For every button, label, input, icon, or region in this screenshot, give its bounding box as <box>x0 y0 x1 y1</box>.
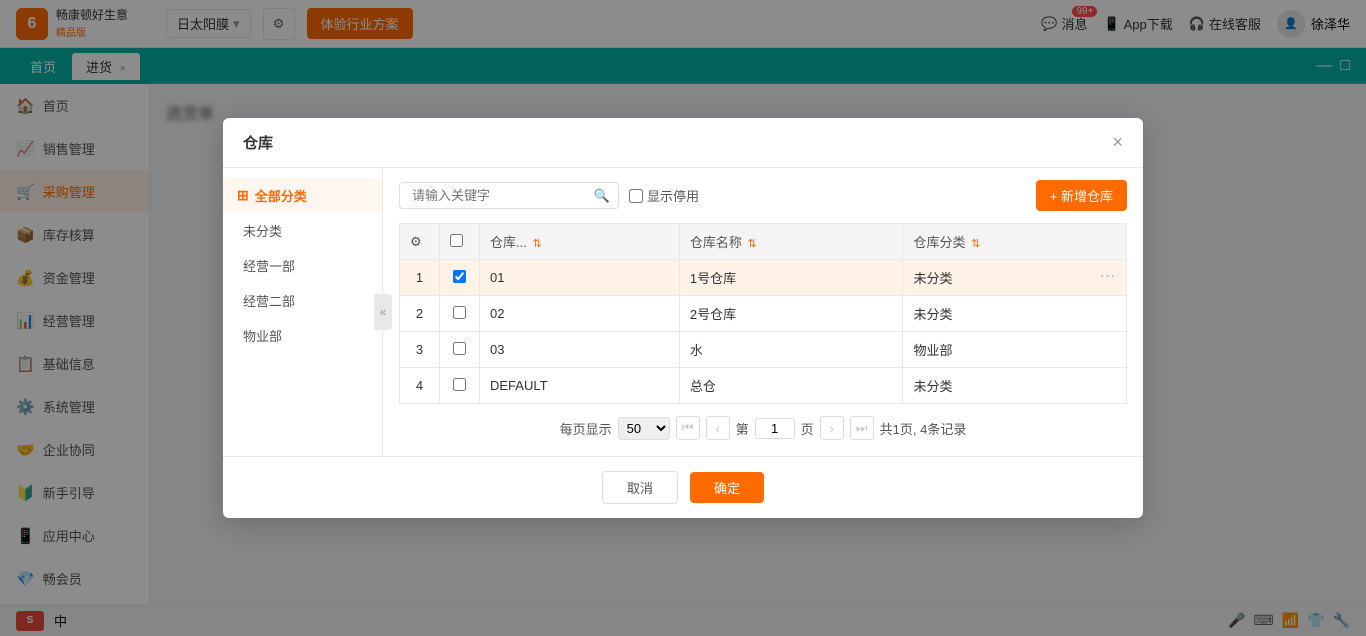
modal-body: ⊞ 全部分类 未分类 经营一部 经营二部 物业部 « <box>223 168 1143 456</box>
category-all-item[interactable]: ⊞ 全部分类 <box>223 178 382 213</box>
row-actions[interactable]: ··· <box>1100 268 1116 283</box>
total-info: 共1页, 4条记录 <box>880 419 967 438</box>
page-label: 页 <box>801 419 814 438</box>
row-checkbox[interactable] <box>453 270 466 283</box>
modal-close-button[interactable]: × <box>1112 132 1123 153</box>
sort-icon: ⇅ <box>748 238 757 250</box>
row-checkbox-cell <box>440 260 480 296</box>
row-code: 02 <box>480 296 680 332</box>
next-page-button[interactable]: › <box>820 416 844 440</box>
table-row[interactable]: 2 02 2号仓库 未分类 <box>400 296 1127 332</box>
warehouse-table: ⚙ 仓库... ⇅ 仓库名称 ⇅ 仓库分类 <box>399 223 1127 404</box>
show-disabled-checkbox[interactable] <box>629 189 643 203</box>
row-name: 水 <box>679 332 903 368</box>
table-row[interactable]: 4 DEFAULT 总仓 未分类 <box>400 368 1127 404</box>
table-row[interactable]: 1 01 1号仓库 未分类 ··· <box>400 260 1127 296</box>
row-num: 2 <box>400 296 440 332</box>
th-checkbox <box>440 224 480 260</box>
sort-icon: ⇅ <box>532 238 541 250</box>
search-icon[interactable]: 🔍 <box>594 188 610 204</box>
row-checkbox-cell <box>440 332 480 368</box>
row-name: 2号仓库 <box>679 296 903 332</box>
warehouse-modal: 仓库 × ⊞ 全部分类 未分类 经营一部 经营二部 <box>223 118 1143 518</box>
select-all-checkbox[interactable] <box>450 234 463 247</box>
search-input[interactable] <box>408 183 594 208</box>
cancel-button[interactable]: 取消 <box>602 471 678 504</box>
row-checkbox[interactable] <box>453 306 466 319</box>
pagination: 每页显示 50 100 ⏮ ‹ 第 页 › ⏭ 共1页, 4条记录 <box>399 404 1127 444</box>
page-input[interactable] <box>755 418 795 439</box>
per-page-select[interactable]: 50 100 <box>618 417 670 440</box>
row-category: 未分类 <box>903 296 1127 332</box>
table-panel: 🔍 显示停用 + 新增仓库 ⚙ 仓库. <box>383 168 1143 456</box>
prev-page-button[interactable]: ‹ <box>706 416 730 440</box>
row-category: 未分类 ··· <box>903 260 1127 296</box>
row-category: 未分类 <box>903 368 1127 404</box>
category-item-ops1[interactable]: 经营一部 <box>223 248 382 283</box>
row-name: 总仓 <box>679 368 903 404</box>
category-collapse-button[interactable]: « <box>374 294 392 330</box>
th-code: 仓库... ⇅ <box>480 224 680 260</box>
row-checkbox[interactable] <box>453 378 466 391</box>
page-label-prefix: 第 <box>736 419 749 438</box>
table-toolbar: 🔍 显示停用 + 新增仓库 <box>399 180 1127 211</box>
category-all-label: 全部分类 <box>255 186 307 205</box>
table-row[interactable]: 3 03 水 物业部 <box>400 332 1127 368</box>
category-item-unclassified[interactable]: 未分类 <box>223 213 382 248</box>
row-name: 1号仓库 <box>679 260 903 296</box>
row-code: DEFAULT <box>480 368 680 404</box>
th-name: 仓库名称 ⇅ <box>679 224 903 260</box>
th-category: 仓库分类 ⇅ <box>903 224 1127 260</box>
row-checkbox[interactable] <box>453 342 466 355</box>
confirm-button[interactable]: 确定 <box>690 472 764 503</box>
row-checkbox-cell <box>440 296 480 332</box>
row-num: 4 <box>400 368 440 404</box>
sort-icon: ⇅ <box>971 238 980 250</box>
add-warehouse-button[interactable]: + 新增仓库 <box>1036 180 1127 211</box>
category-panel: ⊞ 全部分类 未分类 经营一部 经营二部 物业部 « <box>223 168 383 456</box>
category-item-ops2[interactable]: 经营二部 <box>223 283 382 318</box>
row-code: 01 <box>480 260 680 296</box>
category-item-property[interactable]: 物业部 <box>223 318 382 353</box>
th-settings: ⚙ <box>400 224 440 260</box>
search-input-wrap: 🔍 <box>399 182 619 209</box>
row-code: 03 <box>480 332 680 368</box>
show-disabled-wrap: 显示停用 <box>629 186 699 205</box>
modal-title: 仓库 <box>243 132 273 153</box>
modal-footer: 取消 确定 <box>223 456 1143 518</box>
per-page-label: 每页显示 <box>560 419 612 438</box>
row-num: 1 <box>400 260 440 296</box>
row-category: 物业部 <box>903 332 1127 368</box>
row-checkbox-cell <box>440 368 480 404</box>
modal-overlay: 仓库 × ⊞ 全部分类 未分类 经营一部 经营二部 <box>0 0 1366 636</box>
grid-icon: ⊞ <box>237 187 249 204</box>
first-page-button[interactable]: ⏮ <box>676 416 700 440</box>
show-disabled-label: 显示停用 <box>647 186 699 205</box>
modal-header: 仓库 × <box>223 118 1143 168</box>
last-page-button[interactable]: ⏭ <box>850 416 874 440</box>
row-num: 3 <box>400 332 440 368</box>
